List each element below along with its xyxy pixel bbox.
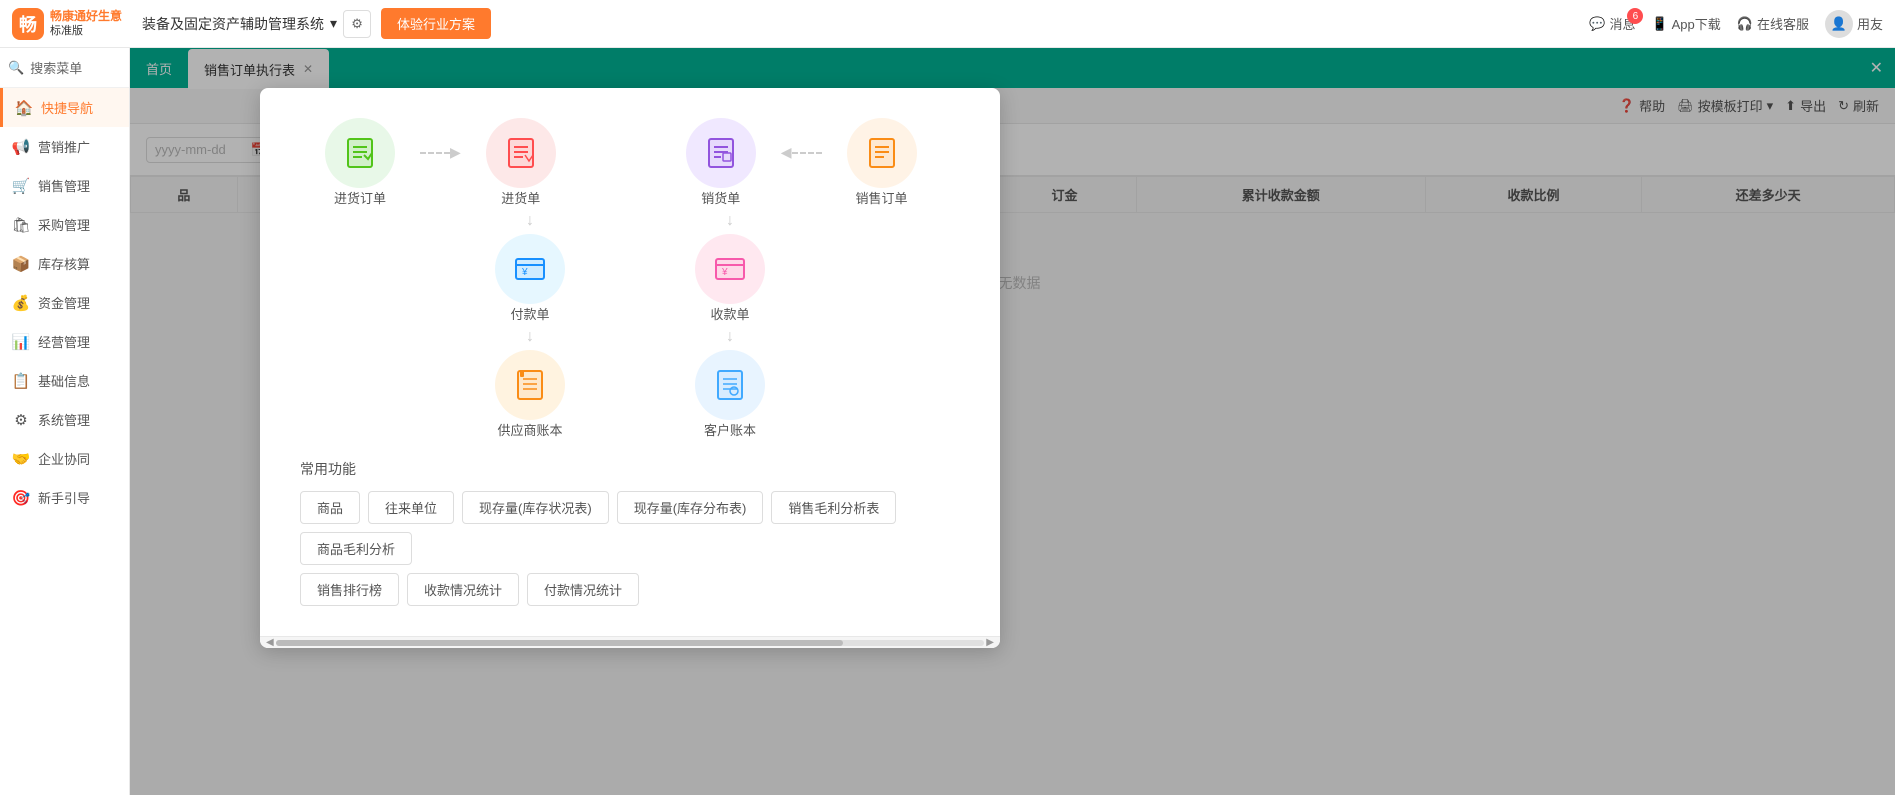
sidebar-item-finance[interactable]: 💰 资金管理 [0, 283, 129, 322]
func-buttons-row2: 销售排行榜 收款情况统计 付款情况统计 [300, 573, 960, 606]
func-btn-partner[interactable]: 往来单位 [368, 491, 454, 524]
app-container: 畅 畅康通好生意 标准版 装备及固定资产辅助管理系统 ▾ ⚙ 体验行业方案 💬 … [0, 0, 1895, 795]
scrollbar-track [276, 640, 985, 646]
func-btn-stock-dist[interactable]: 现存量(库存分布表) [617, 491, 764, 524]
sales-icon: 🛒 [12, 177, 30, 195]
sidebar-item-business[interactable]: 📊 经营管理 [0, 322, 129, 361]
modal-body: 进货订单 ▶ [260, 88, 1000, 636]
scrollbar-thumb[interactable] [276, 640, 843, 646]
logo-icon: 畅 [12, 8, 44, 40]
message-icon: 💬 [1589, 16, 1605, 32]
sidebar: 🔍 搜索菜单 🏠 快捷导航 📢 营销推广 🛒 销售管理 🛍 采购管理 📦 [0, 48, 130, 795]
marketing-icon: 📢 [12, 138, 30, 156]
trial-button[interactable]: 体验行业方案 [381, 8, 491, 39]
system-title: 装备及固定资产辅助管理系统 ▾ [142, 14, 337, 34]
sidebar-item-purchase[interactable]: 🛍 采购管理 [0, 205, 129, 244]
purchase-order-label: 进货订单 [334, 188, 386, 207]
func-btn-sales-rank[interactable]: 销售排行榜 [300, 573, 399, 606]
system-dropdown-arrow[interactable]: ▾ [330, 15, 337, 32]
svg-text:¥: ¥ [521, 267, 528, 278]
finance-icon: 💰 [12, 294, 30, 312]
app-download-item[interactable]: 📱 App下载 [1651, 14, 1720, 33]
scroll-left-icon[interactable]: ◀ [264, 637, 276, 648]
home-icon: 🏠 [15, 99, 33, 117]
sidebar-item-inventory[interactable]: 📦 库存核算 [0, 244, 129, 283]
func-btn-goods-gross[interactable]: 商品毛利分析 [300, 532, 412, 565]
sidebar-item-enterprise[interactable]: 🤝 企业协同 [0, 439, 129, 478]
func-buttons: 商品 往来单位 现存量(库存状况表) 现存量(库存分布表) 销售毛利分析表 商品… [300, 491, 960, 565]
sidebar-item-sales[interactable]: 🛒 销售管理 [0, 166, 129, 205]
sidebar-item-base-info[interactable]: 📋 基础信息 [0, 361, 129, 400]
newbie-icon: 🎯 [12, 489, 30, 507]
modal-scrollbar: ◀ ▶ [260, 636, 1000, 648]
logo-area: 畅 畅康通好生意 标准版 [12, 8, 132, 40]
purchase-bill-label: 进货单 [501, 188, 540, 207]
search-icon: 🔍 [8, 60, 24, 76]
user-item[interactable]: 👤 用友 [1825, 10, 1883, 38]
payment-bill-label: 付款单 [510, 304, 549, 323]
logo-text: 畅康通好生意 标准版 [50, 9, 122, 39]
sidebar-search[interactable]: 🔍 搜索菜单 [0, 48, 129, 88]
func-btn-goods[interactable]: 商品 [300, 491, 360, 524]
supplier-account-label: 供应商账本 [497, 420, 562, 439]
message-badge: 6 [1627, 8, 1643, 24]
customer-account-label: 客户账本 [704, 420, 756, 439]
receipt-bill-icon: ¥ [695, 234, 765, 304]
func-btn-receipt-stat[interactable]: 收款情况统计 [407, 573, 519, 606]
base-info-icon: 📋 [12, 372, 30, 390]
online-service-item[interactable]: 🎧 在线客服 [1737, 14, 1809, 33]
func-btn-stock-status[interactable]: 现存量(库存状况表) [462, 491, 609, 524]
svg-text:¥: ¥ [721, 267, 728, 278]
sidebar-item-newbie[interactable]: 🎯 新手引导 [0, 478, 129, 517]
modal: 进货订单 ▶ [260, 88, 1000, 648]
func-btn-payment-stat[interactable]: 付款情况统计 [527, 573, 639, 606]
system-icon: ⚙ [12, 411, 30, 429]
purchase-bill-icon [486, 118, 556, 188]
func-btn-sales-gross[interactable]: 销售毛利分析表 [771, 491, 896, 524]
business-icon: 📊 [12, 333, 30, 351]
supplier-account-icon [495, 350, 565, 420]
receipt-bill-label: 收款单 [710, 304, 749, 323]
customer-account-icon [695, 350, 765, 420]
common-functions: 常用功能 商品 往来单位 现存量(库存状况表) 现存量(库存分布表) 销售毛利分… [300, 459, 960, 606]
sidebar-item-quick-nav[interactable]: 🏠 快捷导航 [0, 88, 129, 127]
headset-icon: 🎧 [1737, 16, 1753, 32]
top-right: 💬 消息 6 📱 App下载 🎧 在线客服 👤 用友 [1589, 10, 1883, 38]
phone-icon: 📱 [1651, 16, 1667, 32]
sidebar-item-system[interactable]: ⚙ 系统管理 [0, 400, 129, 439]
sales-order-icon [847, 118, 917, 188]
user-avatar: 👤 [1825, 10, 1853, 38]
main-area: 🔍 搜索菜单 🏠 快捷导航 📢 营销推广 🛒 销售管理 🛍 采购管理 📦 [0, 48, 1895, 795]
common-functions-title: 常用功能 [300, 459, 960, 479]
inventory-icon: 📦 [12, 255, 30, 273]
purchase-icon: 🛍 [12, 216, 30, 234]
sales-order-label: 销售订单 [856, 188, 908, 207]
sales-bill-label: 销货单 [701, 188, 740, 207]
enterprise-icon: 🤝 [12, 450, 30, 468]
payment-bill-icon: ¥ [495, 234, 565, 304]
flow-section: 进货订单 ▶ [300, 118, 960, 439]
settings-icon[interactable]: ⚙ [343, 10, 371, 38]
top-bar: 畅 畅康通好生意 标准版 装备及固定资产辅助管理系统 ▾ ⚙ 体验行业方案 💬 … [0, 0, 1895, 48]
purchase-order-icon [325, 118, 395, 188]
sidebar-item-marketing[interactable]: 📢 营销推广 [0, 127, 129, 166]
modal-overlay: 进货订单 ▶ [130, 48, 1895, 795]
message-item[interactable]: 💬 消息 6 [1589, 14, 1635, 33]
content-area: 首页 销售订单执行表 ✕ ✕ ❓ 帮助 🖨 按模板打印 ▾ [130, 48, 1895, 795]
sales-bill-icon [686, 118, 756, 188]
scroll-right-icon[interactable]: ▶ [984, 637, 996, 648]
